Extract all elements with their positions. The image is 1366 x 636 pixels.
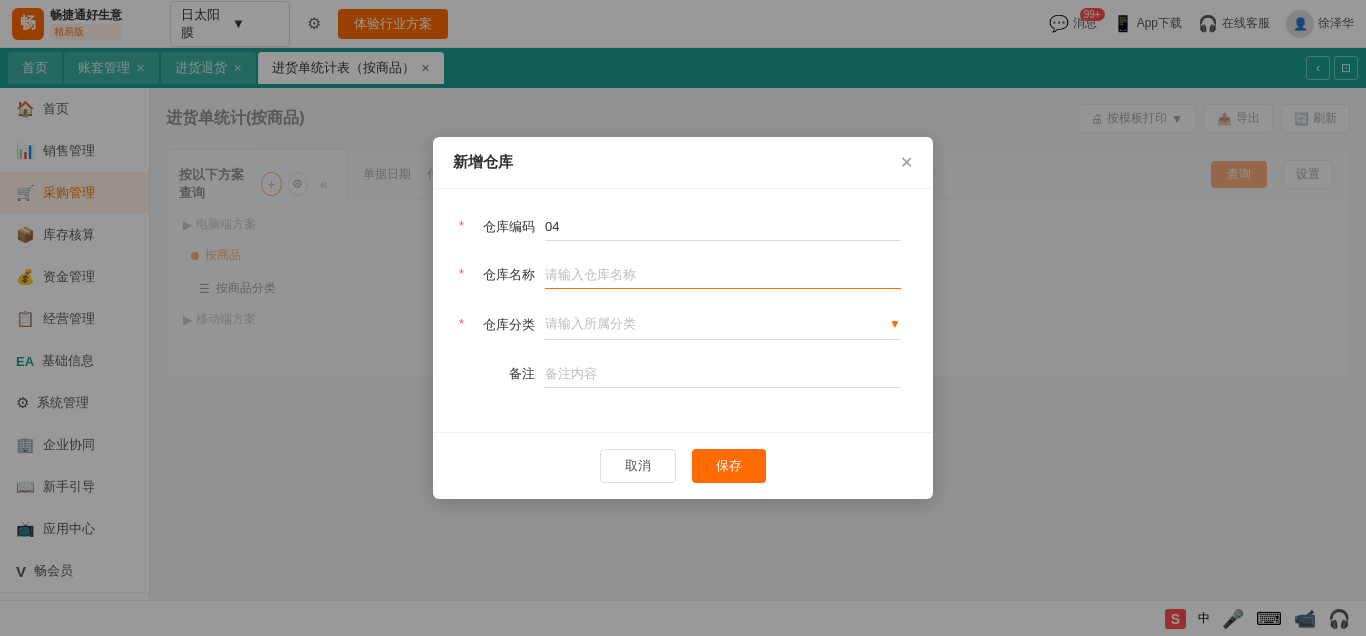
dialog-new-warehouse: 新增仓库 ✕ 仓库编码 仓库名称 (433, 137, 933, 499)
warehouse-name-input[interactable] (545, 261, 901, 289)
dialog-body: 仓库编码 仓库名称 仓库分类 (433, 189, 933, 432)
name-label: 仓库名称 (465, 266, 545, 284)
form-row-name: 仓库名称 (465, 261, 901, 289)
warehouse-note-input[interactable] (545, 360, 901, 388)
dialog-header: 新增仓库 ✕ (433, 137, 933, 189)
form-row-code: 仓库编码 (465, 213, 901, 241)
note-label: 备注 (465, 365, 545, 383)
category-label: 仓库分类 (465, 316, 545, 334)
save-button[interactable]: 保存 (692, 449, 766, 483)
modal-overlay: 新增仓库 ✕ 仓库编码 仓库名称 (0, 0, 1366, 636)
code-field-wrapper (545, 213, 901, 241)
cancel-button[interactable]: 取消 (600, 449, 676, 483)
form-row-category: 仓库分类 请输入所属分类 ▼ (465, 309, 901, 340)
warehouse-category-select[interactable]: 请输入所属分类 ▼ (545, 309, 901, 340)
warehouse-code-input[interactable] (545, 213, 901, 241)
name-field-wrapper (545, 261, 901, 289)
category-chevron-icon: ▼ (889, 317, 901, 331)
dialog-title: 新增仓库 (453, 153, 513, 172)
code-label: 仓库编码 (465, 218, 545, 236)
category-field-wrapper: 请输入所属分类 ▼ (545, 309, 901, 340)
dialog-footer: 取消 保存 (433, 432, 933, 499)
dialog-close-button[interactable]: ✕ (900, 153, 913, 172)
note-field-wrapper (545, 360, 901, 388)
form-row-note: 备注 (465, 360, 901, 388)
